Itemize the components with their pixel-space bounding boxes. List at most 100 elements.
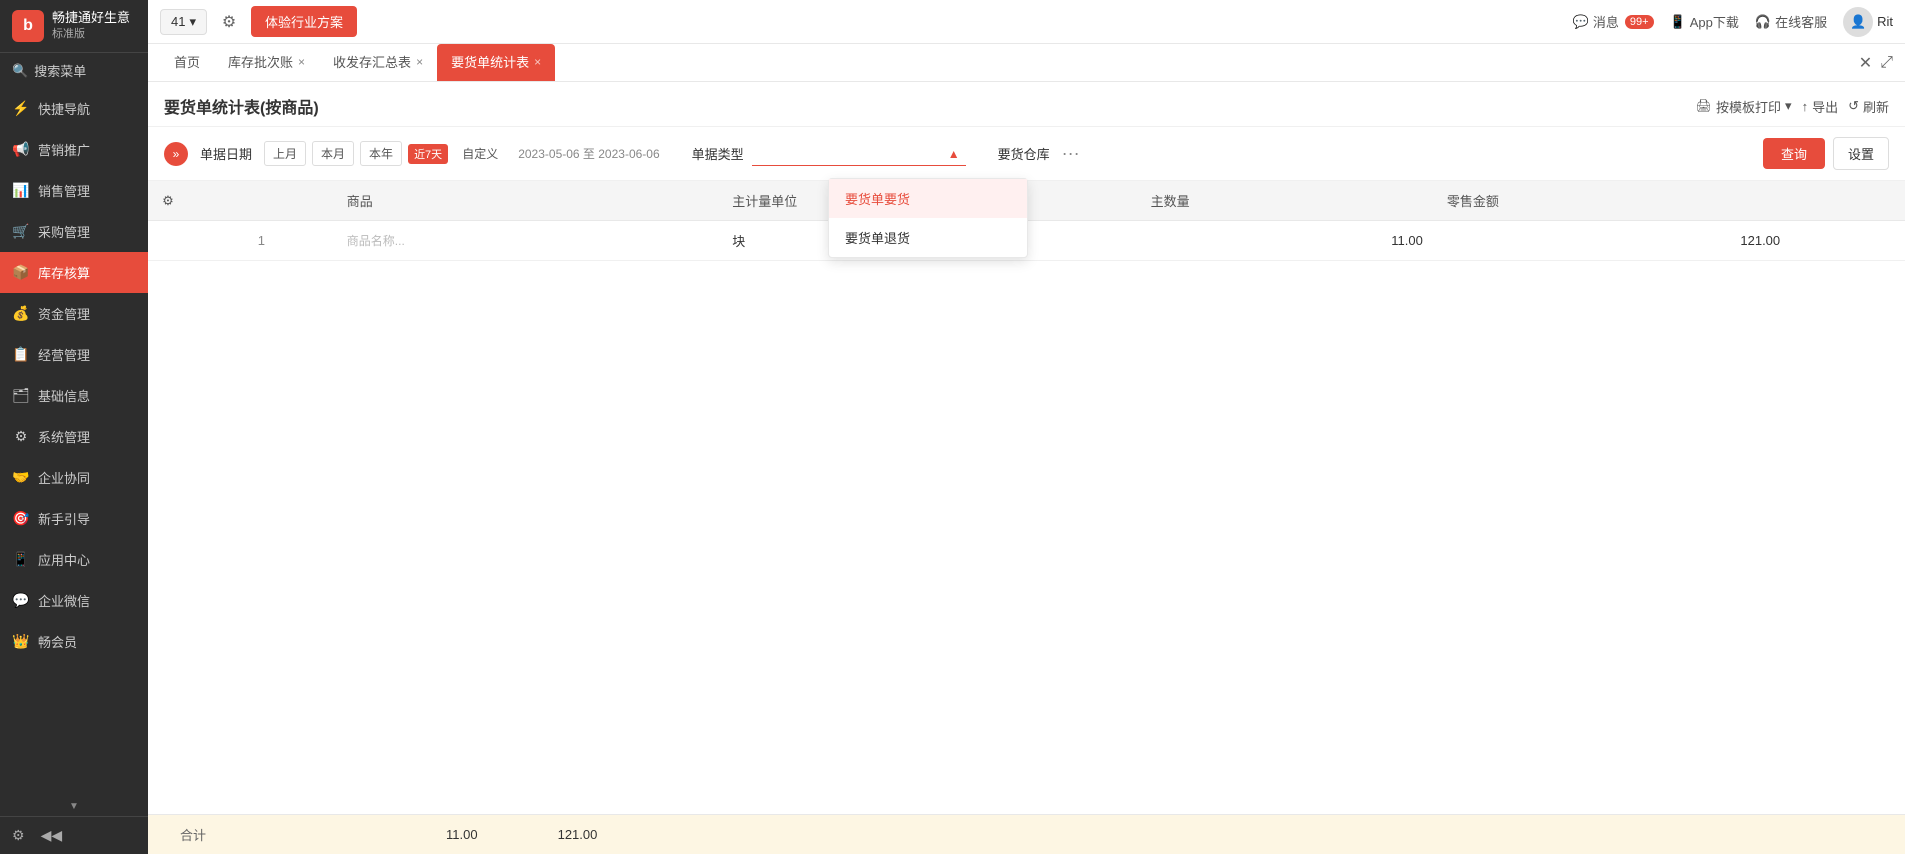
tab-home[interactable]: 首页 <box>160 44 214 81</box>
sidebar-item-guide[interactable]: 🎯新手引导 <box>0 498 148 539</box>
sidebar-item-wechat[interactable]: 💬企业微信 <box>0 580 148 621</box>
date-label: 单据日期 <box>200 144 252 163</box>
custom-date-btn[interactable]: 自定义 <box>454 142 506 165</box>
nav-label-purchase: 采购管理 <box>38 222 90 241</box>
sidebar-nav: ⚡ 快捷导航 📢营销推广📊销售管理 🛒 采购管理 📦库存核算💰资金管理📋经营管理🗂基础信息… <box>0 88 148 797</box>
sidebar-scroll-btn[interactable]: ▼ <box>0 797 148 816</box>
nav-icon-quick: ⚡ <box>12 100 30 117</box>
refresh-btn[interactable]: ↺ 刷新 <box>1848 97 1889 116</box>
refresh-icon: ↺ <box>1848 98 1859 114</box>
sidebar-item-quick[interactable]: ⚡ 快捷导航 <box>0 88 148 129</box>
logo-text: 畅捷通好生意 标准版 <box>52 10 130 41</box>
tabs-container: 首页库存批次账 ×收发存汇总表 ×要货单统计表 × <box>160 44 1859 81</box>
page-header: 要货单统计表(按商品) 🖨 按模板打印 ▾ ↑ 导出 ↺ 刷新 <box>148 82 1905 127</box>
expand-icon: » <box>173 147 180 161</box>
store-selector[interactable]: 41 ▾ <box>160 9 207 35</box>
sidebar-item-marketing[interactable]: 📢营销推广 <box>0 129 148 170</box>
nav-label-quick: 快捷导航 <box>38 99 90 118</box>
filter-more-btn[interactable]: ··· <box>1062 143 1080 164</box>
col-settings[interactable]: ⚙ <box>148 181 188 221</box>
filter-bar: » 单据日期 上月 本月 本年 近7天 自定义 2023-05-06 至 202… <box>148 127 1905 181</box>
close-all-tabs-btn[interactable]: ✕ <box>1859 53 1872 73</box>
nav-label-sales: 销售管理 <box>38 181 90 200</box>
dropdown-item-requisition[interactable]: 要货单要货 <box>829 179 1027 218</box>
sidebar-item-inventory[interactable]: 📦库存核算 <box>0 252 148 293</box>
nav-label-guide: 新手引导 <box>38 509 90 528</box>
footer-qty: 11.00 <box>446 827 478 842</box>
tab-summary[interactable]: 收发存汇总表 × <box>319 44 437 81</box>
expand-btn[interactable]: ⤢ <box>1880 54 1893 72</box>
sidebar-logo: b 畅捷通好生意 标准版 <box>0 0 148 53</box>
cell-spacer <box>1792 221 1905 261</box>
col-spacer <box>1792 181 1905 221</box>
nav-label-apps: 应用中心 <box>38 550 90 569</box>
message-btn[interactable]: 💬 消息 99+ <box>1573 12 1654 31</box>
warehouse-label: 要货仓库 <box>998 144 1050 163</box>
sidebar-item-base[interactable]: 🗂基础信息 <box>0 375 148 416</box>
tab-close-batch[interactable]: × <box>298 55 305 69</box>
avatar: 👤 <box>1843 7 1873 37</box>
sidebar-item-purchase[interactable]: 🛒 采购管理 <box>0 211 148 252</box>
collapse-icon[interactable]: ◀◀ <box>41 827 63 844</box>
page-actions: 🖨 按模板打印 ▾ ↑ 导出 ↺ 刷新 <box>1696 97 1890 116</box>
user-profile[interactable]: 👤 Rit <box>1843 7 1893 37</box>
export-btn[interactable]: ↑ 导出 <box>1802 97 1839 116</box>
headset-icon: 🎧 <box>1755 14 1771 30</box>
type-label: 单据类型 <box>692 144 744 163</box>
topbar-gear-btn[interactable]: ⚙ <box>215 8 243 36</box>
col-amount: 零售金额 <box>1435 181 1792 221</box>
cell-qty: 11.00 <box>1139 221 1435 261</box>
recent-7days-btn[interactable]: 近7天 <box>408 144 448 164</box>
filter-expand-btn[interactable]: » <box>164 142 188 166</box>
sidebar-item-finance[interactable]: 💰资金管理 <box>0 293 148 334</box>
dropdown-item-return[interactable]: 要货单退货 <box>829 218 1027 257</box>
topbar: 41 ▾ ⚙ 体验行业方案 💬 消息 99+ 📱 App下载 🎧 在线客服 👤 <box>148 0 1905 44</box>
page-title: 要货单统计表(按商品) <box>164 94 319 118</box>
chevron-down-icon: ▾ <box>189 14 196 30</box>
query-btn[interactable]: 查询 <box>1763 138 1825 169</box>
main-content: 41 ▾ ⚙ 体验行业方案 💬 消息 99+ 📱 App下载 🎧 在线客服 👤 <box>148 0 1905 854</box>
nav-icon-operation: 📋 <box>12 346 30 363</box>
type-input[interactable] <box>752 142 966 166</box>
app-download-btn[interactable]: 📱 App下载 <box>1670 12 1739 31</box>
sidebar-item-sales[interactable]: 📊销售管理 <box>0 170 148 211</box>
nav-label-wechat: 企业微信 <box>38 591 90 610</box>
nav-label-corp: 企业协同 <box>38 468 90 487</box>
col-qty: 主数量 <box>1139 181 1435 221</box>
settings-icon[interactable]: ⚙ <box>12 827 25 844</box>
table-settings-btn[interactable]: 设置 <box>1833 137 1889 170</box>
sidebar-item-operation[interactable]: 📋经营管理 <box>0 334 148 375</box>
type-dropdown: 要货单要货要货单退货 <box>828 178 1028 258</box>
nav-icon-corp: 🤝 <box>12 469 30 486</box>
cell-check <box>148 221 188 261</box>
prev-month-btn[interactable]: 上月 <box>264 141 306 166</box>
export-icon: ↑ <box>1802 99 1809 114</box>
trial-btn[interactable]: 体验行业方案 <box>251 6 357 37</box>
sidebar-item-system[interactable]: ⚙ 系统管理 <box>0 416 148 457</box>
sidebar: b 畅捷通好生意 标准版 🔍 搜索菜单 ⚡ 快捷导航 📢营销推广📊销售管理 🛒 采购管理… <box>0 0 148 854</box>
nav-label-system: 系统管理 <box>38 427 90 446</box>
service-btn[interactable]: 🎧 在线客服 <box>1755 12 1827 31</box>
nav-icon-purchase: 🛒 <box>12 223 30 240</box>
tabs-bar: 首页库存批次账 ×收发存汇总表 ×要货单统计表 × ✕ ⤢ <box>148 44 1905 82</box>
this-year-btn[interactable]: 本年 <box>360 141 402 166</box>
footer-amount: 121.00 <box>558 827 598 842</box>
tab-order_stat[interactable]: 要货单统计表 × <box>437 44 555 81</box>
sidebar-item-apps[interactable]: 📱应用中心 <box>0 539 148 580</box>
tab-close-order_stat[interactable]: × <box>534 55 541 69</box>
col-index <box>188 181 335 221</box>
date-range-text: 2023-05-06 至 2023-06-06 <box>518 145 659 162</box>
cell-goods: 商品名称... <box>335 221 720 261</box>
tab-batch[interactable]: 库存批次账 × <box>214 44 319 81</box>
app-icon: 📱 <box>1670 14 1686 30</box>
sidebar-search[interactable]: 🔍 搜索菜单 <box>0 53 148 88</box>
sidebar-item-corp[interactable]: 🤝 企业协同 <box>0 457 148 498</box>
type-chevron-up-icon[interactable]: ▲ <box>948 147 960 161</box>
tabs-right: ✕ ⤢ <box>1859 53 1893 73</box>
tab-close-summary[interactable]: × <box>416 55 423 69</box>
this-month-btn[interactable]: 本月 <box>312 141 354 166</box>
sidebar-item-vip[interactable]: 👑畅会员 <box>0 621 148 662</box>
tab-label-summary: 收发存汇总表 <box>333 52 411 71</box>
nav-icon-system: ⚙ <box>12 428 30 445</box>
print-btn[interactable]: 🖨 按模板打印 ▾ <box>1696 97 1792 116</box>
